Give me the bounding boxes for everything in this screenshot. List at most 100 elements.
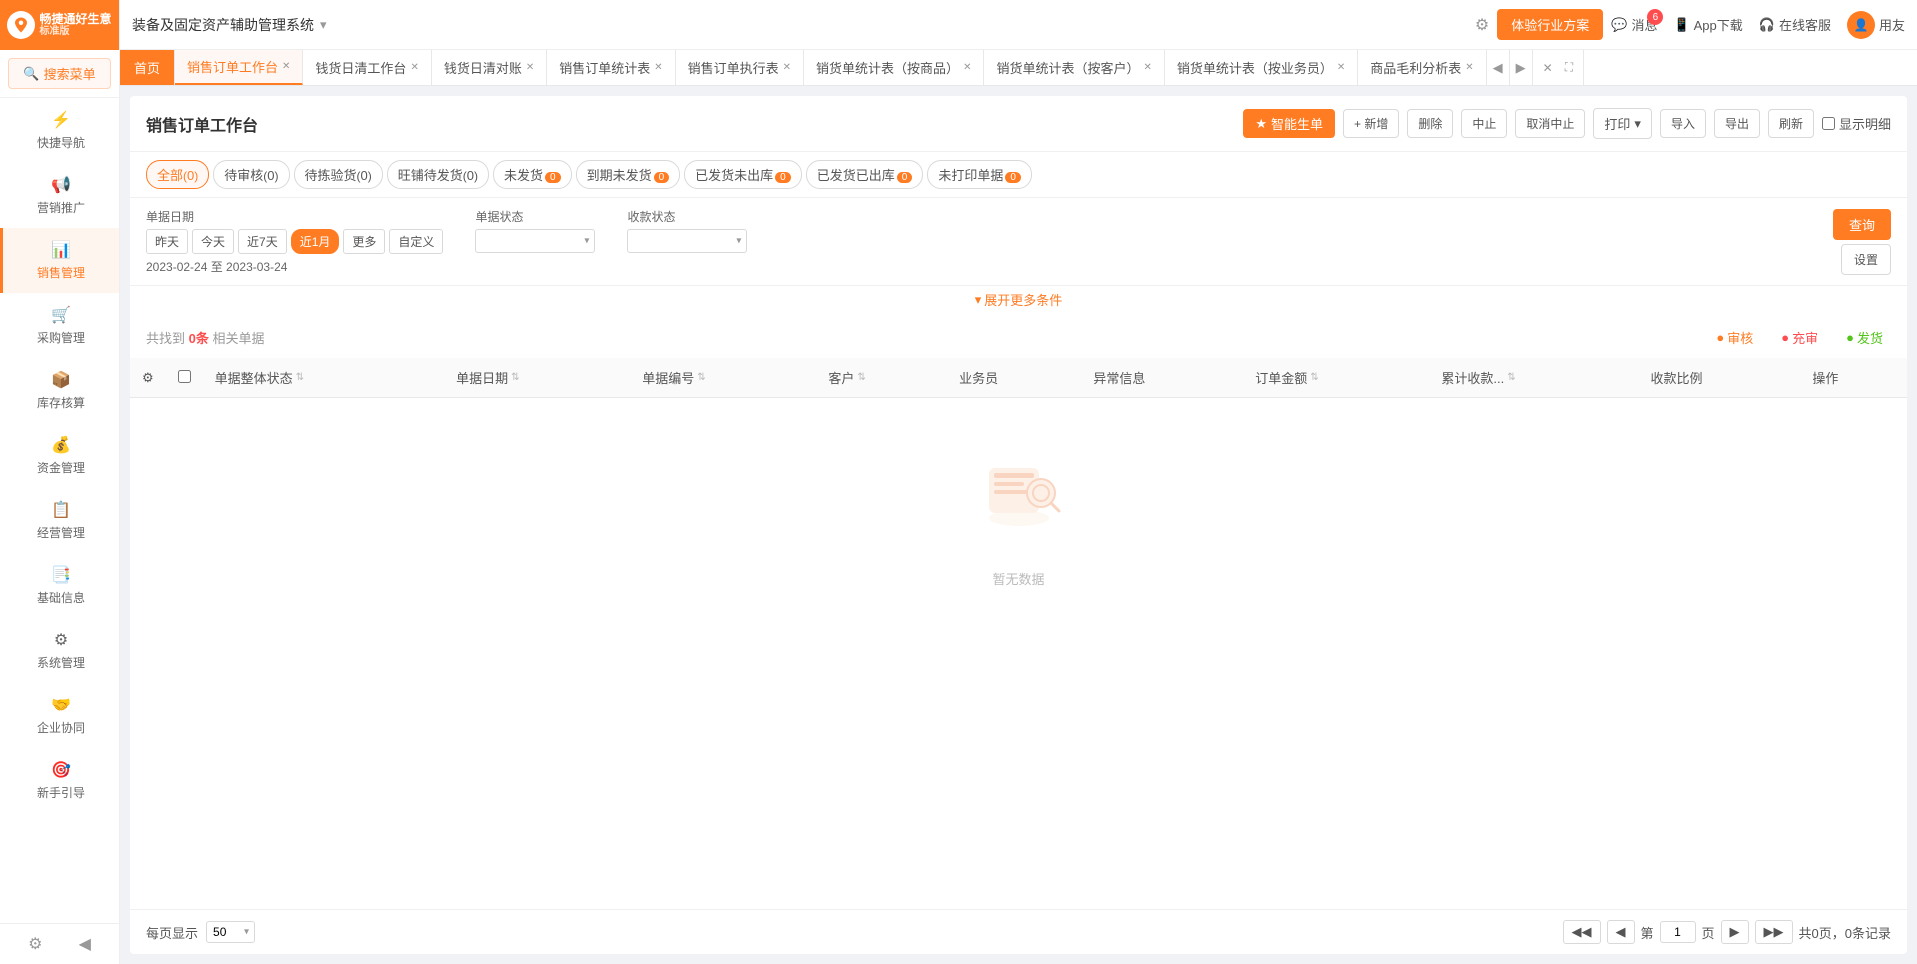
th-received: 累计收款... ⇅ <box>1429 358 1638 398</box>
refresh-button[interactable]: 刷新 <box>1768 109 1814 138</box>
filter-tab-pending-audit[interactable]: 待审核(0) <box>213 160 289 189</box>
select-all-checkbox[interactable] <box>178 370 191 383</box>
topbar-message[interactable]: 💬 消息 6 <box>1611 15 1657 34</box>
date-btn-today[interactable]: 今天 <box>192 229 234 254</box>
date-sort[interactable]: 单据日期 ⇅ <box>456 368 618 387</box>
tab-stat-customer-close[interactable]: ✕ <box>1143 62 1151 73</box>
sidebar-collapse-icon[interactable]: ◀ <box>79 934 91 954</box>
table-header: ⚙ 单据整体状态 ⇅ <box>130 358 1907 398</box>
sidebar-settings-icon[interactable]: ⚙ <box>28 934 42 954</box>
topbar-user[interactable]: 👤 用友 <box>1847 11 1905 39</box>
delete-button[interactable]: 删除 <box>1407 109 1453 138</box>
customer-sort[interactable]: 客户 ⇅ <box>828 368 935 387</box>
import-button[interactable]: 导入 <box>1660 109 1706 138</box>
tab-close-icon[interactable]: ✕ <box>282 61 290 72</box>
filter-tab-pending-check[interactable]: 待拣验货(0) <box>294 160 383 189</box>
filter-tab-expired-not-shipped[interactable]: 到期未发货0 <box>576 160 681 189</box>
filter-tab-shipped-out[interactable]: 已发货已出库0 <box>806 160 924 189</box>
sidebar-item-enterprise[interactable]: 🤝 企业协同 <box>0 683 119 748</box>
sidebar-item-marketing[interactable]: 📢 营销推广 <box>0 163 119 228</box>
tab-stat-staff-close[interactable]: ✕ <box>1337 62 1345 73</box>
filter-tab-shipped-not-out[interactable]: 已发货未出库0 <box>684 160 802 189</box>
export-button[interactable]: 导出 <box>1714 109 1760 138</box>
date-btn-yesterday[interactable]: 昨天 <box>146 229 188 254</box>
filter-tab-all[interactable]: 全部(0) <box>146 160 209 189</box>
filter-tab-wangpu[interactable]: 旺铺待发货(0) <box>387 160 489 189</box>
tab-product-margin[interactable]: 商品毛利分析表 ✕ <box>1358 50 1486 85</box>
show-detail-label[interactable]: 显示明细 <box>1822 114 1891 133</box>
tab-sales-exec-close[interactable]: ✕ <box>783 62 791 73</box>
tab-sales-stat-staff[interactable]: 销货单统计表（按业务员） ✕ <box>1165 50 1358 85</box>
filter-tab-not-printed[interactable]: 未打印单据0 <box>927 160 1032 189</box>
audit-button[interactable]: ● 审核 <box>1708 325 1761 350</box>
new-button[interactable]: + 新增 <box>1343 109 1399 138</box>
ship-button[interactable]: ● 发货 <box>1838 325 1891 350</box>
prev-page-button[interactable]: ◀ <box>1607 920 1635 944</box>
sales-order-table: ⚙ 单据整体状态 ⇅ <box>130 358 1907 398</box>
cancel-stop-button[interactable]: 取消中止 <box>1515 109 1585 138</box>
sidebar-item-sales[interactable]: 📊 销售管理 <box>0 228 119 293</box>
purchase-icon: 🛒 <box>51 305 71 325</box>
topbar-gear-icon[interactable]: ⚙ <box>1475 15 1489 35</box>
page-content-card: 销售订单工作台 ★ 智能生单 + 新增 删除 中止 取消中止 打印 ▾ 导入 <box>130 96 1907 954</box>
search-menu-button[interactable]: 🔍 搜索菜单 <box>8 58 111 89</box>
tab-home[interactable]: 首页 <box>120 50 175 85</box>
solution-button[interactable]: 体验行业方案 <box>1497 9 1603 40</box>
date-btn-7days[interactable]: 近7天 <box>238 229 287 254</box>
expand-conditions-button[interactable]: ▾ 展开更多条件 <box>975 290 1063 309</box>
stop-button[interactable]: 中止 <box>1461 109 1507 138</box>
sidebar-item-finance[interactable]: 💰 资金管理 <box>0 423 119 488</box>
date-btn-custom[interactable]: 自定义 <box>389 229 443 254</box>
enterprise-icon: 🤝 <box>51 695 71 715</box>
tab-sales-stat-close[interactable]: ✕ <box>654 62 662 73</box>
tab-sales-stat-customer[interactable]: 销货单统计表（按客户） ✕ <box>984 50 1164 85</box>
received-sort[interactable]: 累计收款... ⇅ <box>1441 368 1626 387</box>
tab-sales-workbench[interactable]: 销售订单工作台 ✕ <box>175 50 303 85</box>
page-input[interactable] <box>1660 921 1696 943</box>
date-btn-more[interactable]: 更多 <box>343 229 385 254</box>
filter-tab-not-shipped[interactable]: 未发货0 <box>493 160 572 189</box>
status-sort[interactable]: 单据整体状态 ⇅ <box>215 368 433 387</box>
query-button[interactable]: 查询 <box>1833 209 1891 240</box>
tab-cash-reconcile[interactable]: 钱货日清对账 ✕ <box>432 50 547 85</box>
setting-button[interactable]: 设置 <box>1841 244 1891 275</box>
tab-prev[interactable]: ◀ <box>1487 50 1510 85</box>
tab-maximize-icon[interactable]: ⛶ <box>1561 58 1577 77</box>
revoke-button[interactable]: ● 充审 <box>1773 325 1826 350</box>
sidebar-item-quick-nav[interactable]: ⚡ 快捷导航 <box>0 98 119 163</box>
column-settings-icon[interactable]: ⚙ <box>142 370 154 385</box>
amount-sort[interactable]: 订单金额 ⇅ <box>1255 368 1417 387</box>
tab-product-margin-close[interactable]: ✕ <box>1465 62 1473 73</box>
sort-icon-received: ⇅ <box>1507 372 1515 383</box>
next-page-button[interactable]: ▶ <box>1721 920 1749 944</box>
status-select[interactable] <box>475 229 595 253</box>
tab-cash-daily-close[interactable]: ✕ <box>410 62 418 73</box>
receipt-select-wrapper <box>627 229 747 253</box>
date-btn-1month[interactable]: 近1月 <box>291 229 340 254</box>
tab-cash-reconcile-close[interactable]: ✕ <box>526 62 534 73</box>
topbar-app-download[interactable]: 📱 App下载 <box>1673 15 1742 34</box>
smart-create-button[interactable]: ★ 智能生单 <box>1243 109 1335 138</box>
receipt-select[interactable] <box>627 229 747 253</box>
page-size-select[interactable]: 10 20 50 100 <box>206 921 255 943</box>
show-detail-checkbox[interactable] <box>1822 117 1835 130</box>
sidebar-item-purchase[interactable]: 🛒 采购管理 <box>0 293 119 358</box>
first-page-button[interactable]: ◀◀ <box>1563 920 1601 944</box>
number-sort[interactable]: 单据编号 ⇅ <box>642 368 804 387</box>
tab-next[interactable]: ▶ <box>1510 50 1533 85</box>
sidebar-item-basic-info[interactable]: 📑 基础信息 <box>0 553 119 618</box>
tab-close-all-icon[interactable]: ✕ <box>1539 59 1557 77</box>
tab-stat-product-close[interactable]: ✕ <box>963 62 971 73</box>
topbar-online-service[interactable]: 🎧 在线客服 <box>1759 15 1831 34</box>
tab-sales-stat[interactable]: 销售订单统计表 ✕ <box>547 50 675 85</box>
sidebar-item-guide[interactable]: 🎯 新手引导 <box>0 748 119 813</box>
sidebar-item-operations[interactable]: 📋 经营管理 <box>0 488 119 553</box>
print-button[interactable]: 打印 ▾ <box>1593 108 1652 139</box>
tab-sales-exec[interactable]: 销售订单执行表 ✕ <box>676 50 804 85</box>
search-icon: 🔍 <box>23 66 39 82</box>
sidebar-item-system[interactable]: ⚙ 系统管理 <box>0 618 119 683</box>
last-page-button[interactable]: ▶▶ <box>1755 920 1793 944</box>
tab-cash-daily[interactable]: 钱货日清工作台 ✕ <box>303 50 431 85</box>
tab-sales-stat-product[interactable]: 销货单统计表（按商品） ✕ <box>804 50 984 85</box>
sidebar-item-inventory[interactable]: 📦 库存核算 <box>0 358 119 423</box>
